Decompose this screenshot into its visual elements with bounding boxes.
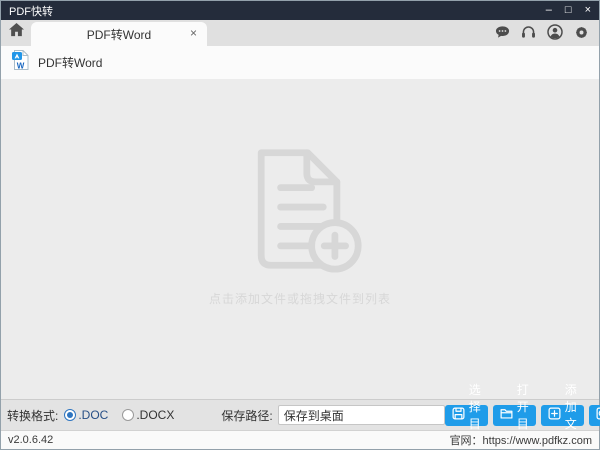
version-text: v2.0.6.42 [8,434,54,446]
radio-doc[interactable]: .DOC [64,408,108,422]
chat-icon[interactable] [495,25,510,39]
window-controls: – □ × [546,5,591,16]
radio-doc-circle [64,409,77,421]
status-bar: v2.0.6.42 官网：https://www.pdfkz.com [1,430,599,449]
tab-label: PDF转Word [86,27,152,42]
website-text[interactable]: 官网：https://www.pdfkz.com [450,432,592,448]
radio-doc-label: .DOC [78,408,109,422]
tab-pdf-to-word[interactable]: PDF转Word × [31,22,207,46]
pdf-to-word-icon: W [11,49,30,76]
toolbar: W PDF转Word [1,46,599,79]
batch-convert-button[interactable]: 批量转换 [588,404,600,426]
home-icon [8,22,25,42]
radio-docx-label: .DOCX [136,408,175,422]
title-bar: PDF快转 – □ × [1,1,599,20]
open-folder-icon [500,407,513,423]
app-title: PDF快转 [9,5,53,18]
tab-bar: PDF转Word × [1,20,599,46]
format-label: 转换格式: [7,408,59,423]
format-radio-group: .DOC .DOCX [64,408,174,422]
app-window: PDF快转 – □ × PDF转Word × W PDF转Word 点击添加文件… [0,0,600,450]
headset-icon[interactable] [521,25,536,39]
minimize-button[interactable]: – [546,5,552,16]
document-add-icon [236,145,364,278]
maximize-button[interactable]: □ [565,5,572,16]
user-icon[interactable] [547,24,563,40]
tab-close-icon[interactable]: × [190,26,197,40]
add-file-button[interactable]: 添加文件 [540,383,584,448]
options-bar: 转换格式: .DOC .DOCX 保存路径: 选择目录 [1,383,600,448]
close-button[interactable]: × [585,5,591,16]
svg-text:W: W [17,62,25,71]
open-directory-button[interactable]: 打开目录 [492,383,536,448]
tabbar-icons [495,24,589,40]
save-directory-icon [452,407,465,423]
tool-item-label: PDF转Word [38,56,103,70]
add-file-icon [548,407,561,423]
gear-icon[interactable] [574,25,589,40]
empty-hint-text: 点击添加文件或拖拽文件到列表 [208,292,391,306]
save-path-input[interactable] [277,405,445,425]
batch-convert-icon [596,407,600,423]
drop-area[interactable]: 点击添加文件或拖拽文件到列表 [1,79,599,399]
radio-docx-circle [122,409,135,421]
action-buttons: 选择目录 打开目录 添加文件 批量转换 [444,383,600,448]
home-button[interactable] [1,22,31,46]
choose-directory-button[interactable]: 选择目录 [444,383,488,448]
save-path-label: 保存路径: [221,408,273,423]
radio-docx[interactable]: .DOCX [122,408,174,422]
tool-item-pdf-to-word[interactable]: W PDF转Word [11,49,102,76]
